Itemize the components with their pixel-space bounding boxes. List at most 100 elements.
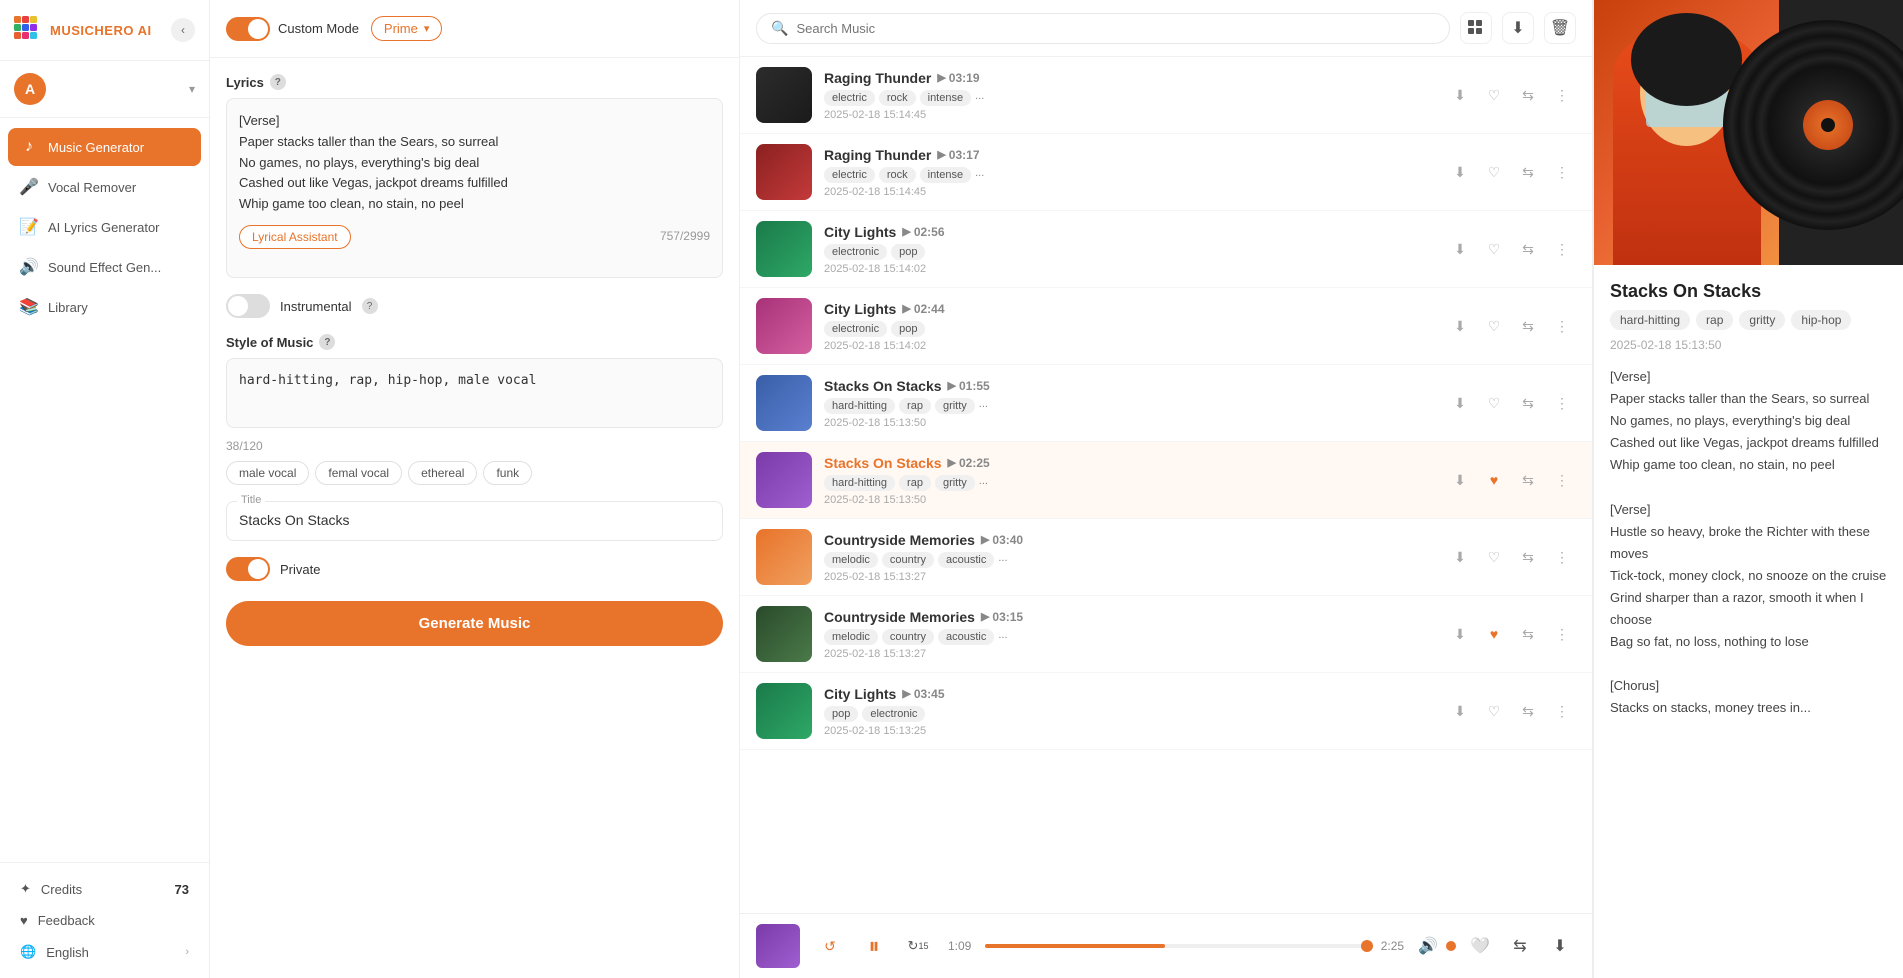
music-list-item-6[interactable]: Stacks On Stacks ▶ 02:25 hard-hittingrap… bbox=[740, 442, 1592, 519]
prime-chevron-icon: ▾ bbox=[424, 22, 430, 35]
more-tags[interactable]: ... bbox=[998, 629, 1007, 645]
custom-mode-switch[interactable] bbox=[226, 17, 270, 41]
like-song-btn[interactable]: ♡ bbox=[1480, 81, 1508, 109]
like-song-btn[interactable]: ♡ bbox=[1480, 543, 1508, 571]
more-song-btn[interactable]: ⋮ bbox=[1548, 697, 1576, 725]
language-item[interactable]: 🌐 English › bbox=[8, 936, 201, 968]
sidebar-item-music-generator[interactable]: ♪ Music Generator bbox=[8, 128, 201, 166]
music-list-item-2[interactable]: Raging Thunder ▶ 03:17 electricrockinten… bbox=[740, 134, 1592, 211]
instrumental-toggle[interactable] bbox=[226, 294, 270, 318]
delete-btn[interactable]: 🗑 bbox=[1544, 12, 1576, 44]
music-list-item-3[interactable]: City Lights ▶ 02:56 electronicpop 2025-0… bbox=[740, 211, 1592, 288]
generate-button[interactable]: Generate Music bbox=[226, 601, 723, 646]
lyrics-info-icon[interactable]: ? bbox=[270, 74, 286, 90]
sidebar-item-ai-lyrics[interactable]: 📝 AI Lyrics Generator bbox=[8, 208, 201, 246]
music-list-item-1[interactable]: Raging Thunder ▶ 03:19 electricrockinten… bbox=[740, 57, 1592, 134]
music-duration: ▶ 03:15 bbox=[981, 610, 1023, 624]
more-tags[interactable]: ... bbox=[979, 398, 988, 414]
like-song-btn[interactable]: ♡ bbox=[1480, 697, 1508, 725]
sidebar-label-vocal-remover: Vocal Remover bbox=[48, 180, 136, 195]
share-song-btn[interactable]: ⇆ bbox=[1514, 389, 1542, 417]
style-input[interactable] bbox=[226, 358, 723, 428]
forward-btn[interactable]: ↻15 bbox=[902, 930, 934, 962]
download-song-btn[interactable]: ⬇ bbox=[1446, 312, 1474, 340]
download-song-btn[interactable]: ⬇ bbox=[1446, 81, 1474, 109]
progress-bar[interactable] bbox=[985, 944, 1366, 948]
share-song-btn[interactable]: ⇆ bbox=[1514, 158, 1542, 186]
like-song-btn[interactable]: ♡ bbox=[1480, 235, 1508, 263]
like-song-btn[interactable]: ♥ bbox=[1480, 620, 1508, 648]
more-song-btn[interactable]: ⋮ bbox=[1548, 312, 1576, 340]
music-list-item-9[interactable]: City Lights ▶ 03:45 popelectronic 2025-0… bbox=[740, 673, 1592, 750]
volume-icon[interactable]: 🔊 bbox=[1418, 936, 1438, 956]
more-tags[interactable]: ... bbox=[998, 552, 1007, 568]
music-list-item-7[interactable]: Countryside Memories ▶ 03:40 melodiccoun… bbox=[740, 519, 1592, 596]
search-input[interactable] bbox=[796, 21, 1435, 36]
credits-item[interactable]: ✦ Credits 73 bbox=[8, 873, 201, 905]
share-song-btn[interactable]: ⇆ bbox=[1514, 235, 1542, 263]
music-thumb bbox=[756, 144, 812, 200]
style-tag-ethereal[interactable]: ethereal bbox=[408, 461, 477, 485]
music-tag: electronic bbox=[862, 706, 925, 722]
share-song-btn[interactable]: ⇆ bbox=[1514, 312, 1542, 340]
title-input[interactable] bbox=[239, 512, 710, 528]
lyrics-box[interactable]: [Verse] Paper stacks taller than the Sea… bbox=[226, 98, 723, 278]
more-song-btn[interactable]: ⋮ bbox=[1548, 543, 1576, 571]
grid-view-btn[interactable] bbox=[1460, 12, 1492, 44]
feedback-item[interactable]: ♥ Feedback bbox=[8, 905, 201, 936]
share-btn[interactable]: ⇆ bbox=[1504, 930, 1536, 962]
download-btn[interactable]: ⬇ bbox=[1502, 12, 1534, 44]
sidebar-collapse-btn[interactable]: ‹ bbox=[171, 18, 195, 42]
download-song-btn[interactable]: ⬇ bbox=[1446, 235, 1474, 263]
music-actions: ⬇ ♡ ⇆ ⋮ bbox=[1446, 235, 1576, 263]
download-song-btn[interactable]: ⬇ bbox=[1446, 620, 1474, 648]
share-song-btn[interactable]: ⇆ bbox=[1514, 543, 1542, 571]
music-item-title: City Lights ▶ 03:45 bbox=[824, 686, 1434, 702]
pause-button[interactable]: ⏸ bbox=[856, 928, 892, 964]
music-tag: rock bbox=[879, 167, 916, 183]
share-song-btn[interactable]: ⇆ bbox=[1514, 466, 1542, 494]
custom-mode-toggle[interactable]: Custom Mode bbox=[226, 17, 359, 41]
like-btn[interactable]: 🤍 bbox=[1464, 930, 1496, 962]
more-tags[interactable]: ... bbox=[979, 475, 988, 491]
sidebar-item-library[interactable]: 📚 Library bbox=[8, 288, 201, 326]
music-list-item-5[interactable]: Stacks On Stacks ▶ 01:55 hard-hittingrap… bbox=[740, 365, 1592, 442]
download-song-btn[interactable]: ⬇ bbox=[1446, 697, 1474, 725]
share-song-btn[interactable]: ⇆ bbox=[1514, 81, 1542, 109]
private-toggle[interactable] bbox=[226, 557, 270, 581]
like-song-btn[interactable]: ♡ bbox=[1480, 158, 1508, 186]
style-tag-male-vocal[interactable]: male vocal bbox=[226, 461, 309, 485]
share-song-btn[interactable]: ⇆ bbox=[1514, 697, 1542, 725]
user-profile[interactable]: A ▾ bbox=[0, 61, 209, 118]
style-info-icon[interactable]: ? bbox=[319, 334, 335, 350]
instrumental-info-icon[interactable]: ? bbox=[362, 298, 378, 314]
repeat-btn[interactable]: ↺ bbox=[814, 930, 846, 962]
style-tag-funk[interactable]: funk bbox=[483, 461, 532, 485]
like-song-btn[interactable]: ♡ bbox=[1480, 312, 1508, 340]
lyrical-assistant-button[interactable]: Lyrical Assistant bbox=[239, 225, 351, 249]
more-tags[interactable]: ... bbox=[975, 167, 984, 183]
download-song-btn[interactable]: ⬇ bbox=[1446, 389, 1474, 417]
more-song-btn[interactable]: ⋮ bbox=[1548, 389, 1576, 417]
style-tag-femal-vocal[interactable]: femal vocal bbox=[315, 461, 402, 485]
more-song-btn[interactable]: ⋮ bbox=[1548, 81, 1576, 109]
like-song-btn[interactable]: ♡ bbox=[1480, 389, 1508, 417]
download-song-btn[interactable]: ⬇ bbox=[1446, 158, 1474, 186]
more-song-btn[interactable]: ⋮ bbox=[1548, 235, 1576, 263]
share-song-btn[interactable]: ⇆ bbox=[1514, 620, 1542, 648]
sidebar-item-vocal-remover[interactable]: 🎤 Vocal Remover bbox=[8, 168, 201, 206]
more-song-btn[interactable]: ⋮ bbox=[1548, 158, 1576, 186]
more-tags[interactable]: ... bbox=[975, 90, 984, 106]
more-song-btn[interactable]: ⋮ bbox=[1548, 466, 1576, 494]
download-song-btn[interactable]: ⬇ bbox=[1446, 543, 1474, 571]
download-player-btn[interactable]: ⬇ bbox=[1544, 930, 1576, 962]
like-song-btn[interactable]: ♥ bbox=[1480, 466, 1508, 494]
prime-badge[interactable]: Prime ▾ bbox=[371, 16, 442, 41]
more-song-btn[interactable]: ⋮ bbox=[1548, 620, 1576, 648]
music-list-item-4[interactable]: City Lights ▶ 02:44 electronicpop 2025-0… bbox=[740, 288, 1592, 365]
music-thumb bbox=[756, 606, 812, 662]
music-tag: pop bbox=[891, 244, 925, 260]
download-song-btn[interactable]: ⬇ bbox=[1446, 466, 1474, 494]
sidebar-item-sound-effect[interactable]: 🔊 Sound Effect Gen... bbox=[8, 248, 201, 286]
music-list-item-8[interactable]: Countryside Memories ▶ 03:15 melodiccoun… bbox=[740, 596, 1592, 673]
